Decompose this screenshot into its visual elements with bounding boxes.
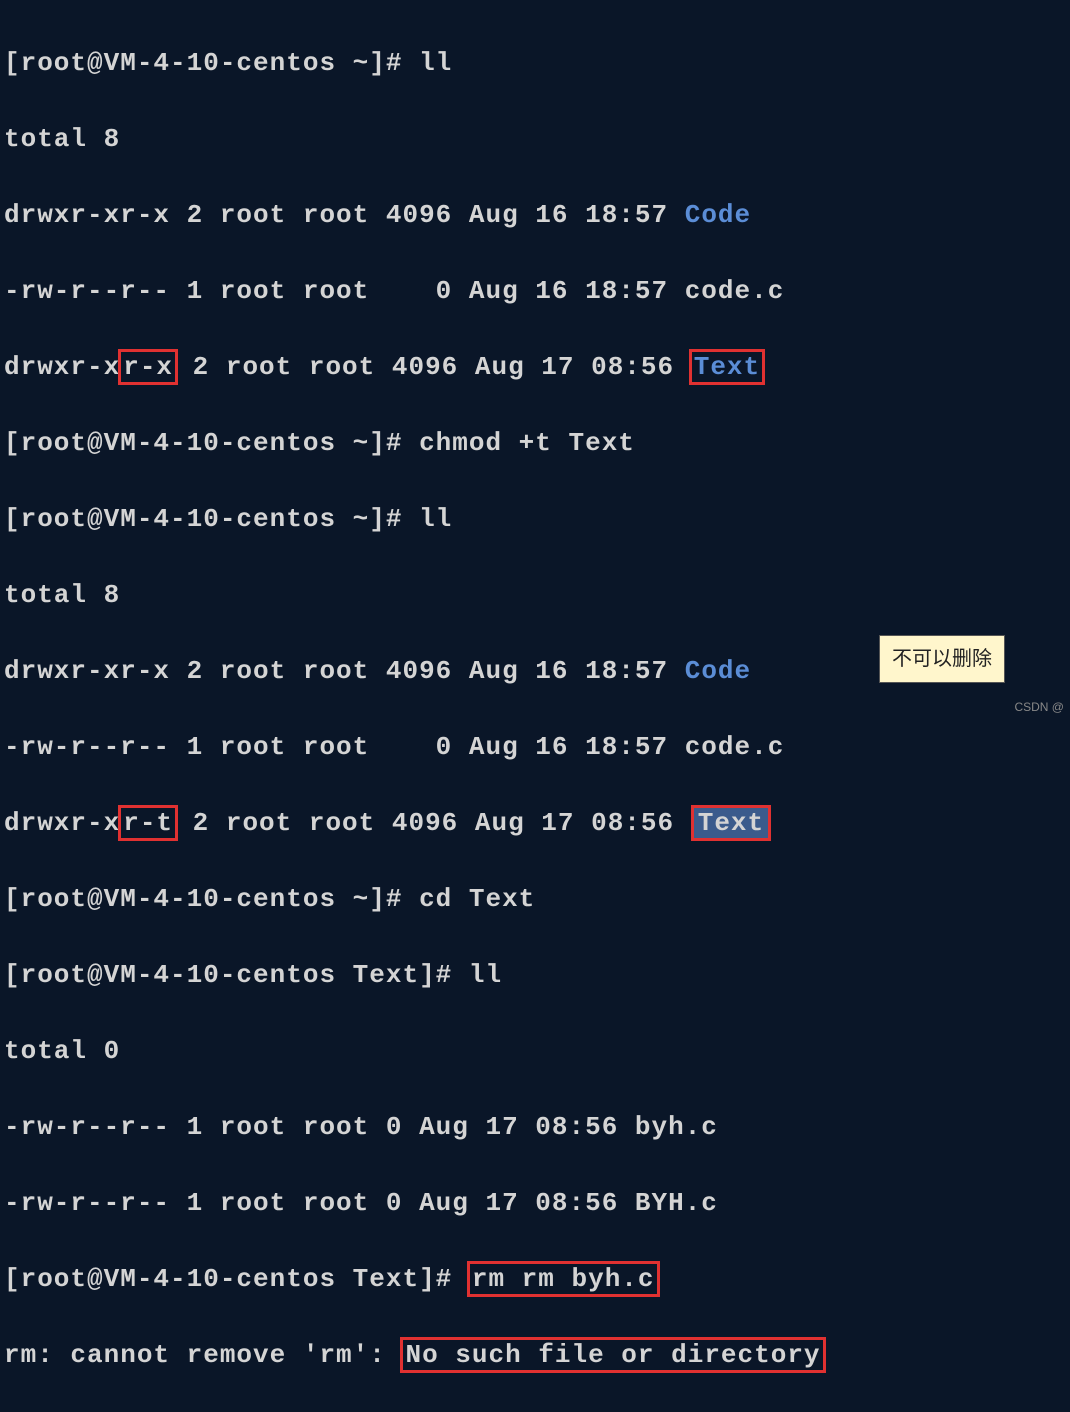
dir-code: Code: [685, 656, 751, 686]
ls-row: -rw-r--r-- 1 root root 0 Aug 16 18:57 co…: [4, 728, 1070, 766]
prompt-line: [root@VM-4-10-centos Text]# ll: [4, 956, 1070, 994]
error-highlight: No such file or directory: [400, 1337, 825, 1373]
output-total: total 8: [4, 120, 1070, 158]
ls-row: -rw-r--r-- 1 root root 0 Aug 17 08:56 by…: [4, 1108, 1070, 1146]
perm-highlight-rx: r-x: [118, 349, 178, 385]
ls-row: -rw-r--r-- 1 root root 0 Aug 16 18:57 co…: [4, 272, 1070, 310]
ls-perms-prefix: drwxr-x: [4, 352, 120, 382]
error-line: rm: cannot remove 'rm': No such file or …: [4, 1336, 1070, 1374]
ls-row: drwxr-xr-x 2 root root 4096 Aug 16 18:57…: [4, 196, 1070, 234]
ls-perms-prefix: drwxr-x: [4, 808, 120, 838]
ls-row: -rw-r--r-- 1 root root 0 Aug 17 08:56 BY…: [4, 1184, 1070, 1222]
output-total: total 0: [4, 1032, 1070, 1070]
output-total: total 8: [4, 576, 1070, 614]
dir-code: Code: [685, 200, 751, 230]
dir-text-highlight: Text: [689, 349, 765, 385]
ls-row-mid: 2 root root 4096 Aug 17 08:56: [176, 808, 691, 838]
rm-command-highlight: rm rm byh.c: [467, 1261, 660, 1297]
ls-row-mid: 2 root root 4096 Aug 17 08:56: [176, 352, 691, 382]
prompt-line: [root@VM-4-10-centos ~]# chmod +t Text: [4, 424, 1070, 462]
ls-row: drwxr-xr-x 2 root root 4096 Aug 17 08:56…: [4, 348, 1070, 386]
prompt-line: [root@VM-4-10-centos ~]# cd Text: [4, 880, 1070, 918]
dir-text-selected: Text: [691, 805, 771, 841]
perm-highlight-rt: r-t: [118, 805, 178, 841]
ls-perms: drwxr-xr-x 2 root root 4096 Aug 16 18:57: [4, 200, 685, 230]
prompt-line: [root@VM-4-10-centos ~]# ll: [4, 44, 1070, 82]
ls-row: drwxr-xr-t 2 root root 4096 Aug 17 08:56…: [4, 804, 1070, 842]
ls-perms: drwxr-xr-x 2 root root 4096 Aug 16 18:57: [4, 656, 685, 686]
watermark: CSDN @: [1014, 688, 1064, 726]
error-prefix: rm: cannot remove 'rm':: [4, 1340, 402, 1370]
terminal[interactable]: [root@VM-4-10-centos ~]# ll total 8 drwx…: [0, 0, 1070, 1412]
annotation-note: 不可以删除: [879, 635, 1005, 683]
prompt-line: [root@VM-4-10-centos ~]# ll: [4, 500, 1070, 538]
prompt-prefix: [root@VM-4-10-centos Text]#: [4, 1264, 469, 1294]
prompt-line: [root@VM-4-10-centos Text]# rm rm byh.c: [4, 1260, 1070, 1298]
